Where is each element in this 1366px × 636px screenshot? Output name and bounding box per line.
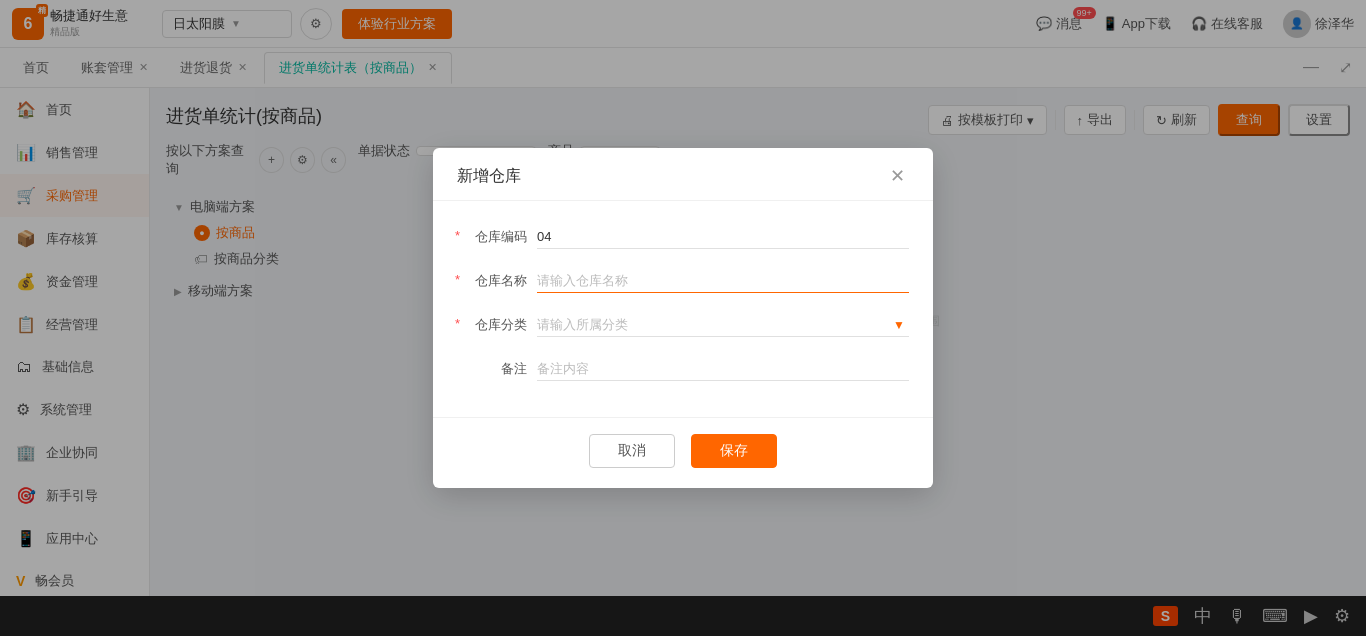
name-label: 仓库名称 [457, 272, 537, 290]
name-input[interactable] [537, 269, 909, 293]
note-label: 备注 [457, 360, 537, 378]
form-row-category: 仓库分类 请输入所属分类 ▼ [457, 313, 909, 337]
cancel-button[interactable]: 取消 [589, 434, 675, 468]
form-row-name: 仓库名称 [457, 269, 909, 293]
modal-title: 新增仓库 [457, 166, 521, 187]
code-label: 仓库编码 [457, 228, 537, 246]
form-row-note: 备注 [457, 357, 909, 381]
modal-close-button[interactable]: ✕ [885, 164, 909, 188]
category-select-wrapper: 请输入所属分类 ▼ [537, 313, 909, 337]
save-button[interactable]: 保存 [691, 434, 777, 468]
warehouse-modal: 新增仓库 ✕ 仓库编码 仓库名称 仓库分类 请输入所属分类 ▼ [433, 148, 933, 488]
category-select[interactable]: 请输入所属分类 [537, 313, 909, 337]
code-input[interactable] [537, 225, 909, 249]
modal-header: 新增仓库 ✕ [433, 148, 933, 201]
modal-footer: 取消 保存 [433, 417, 933, 488]
modal-body: 仓库编码 仓库名称 仓库分类 请输入所属分类 ▼ 备注 [433, 201, 933, 417]
category-label: 仓库分类 [457, 316, 537, 334]
modal-overlay[interactable]: 新增仓库 ✕ 仓库编码 仓库名称 仓库分类 请输入所属分类 ▼ [0, 0, 1366, 636]
note-input[interactable] [537, 357, 909, 381]
form-row-code: 仓库编码 [457, 225, 909, 249]
